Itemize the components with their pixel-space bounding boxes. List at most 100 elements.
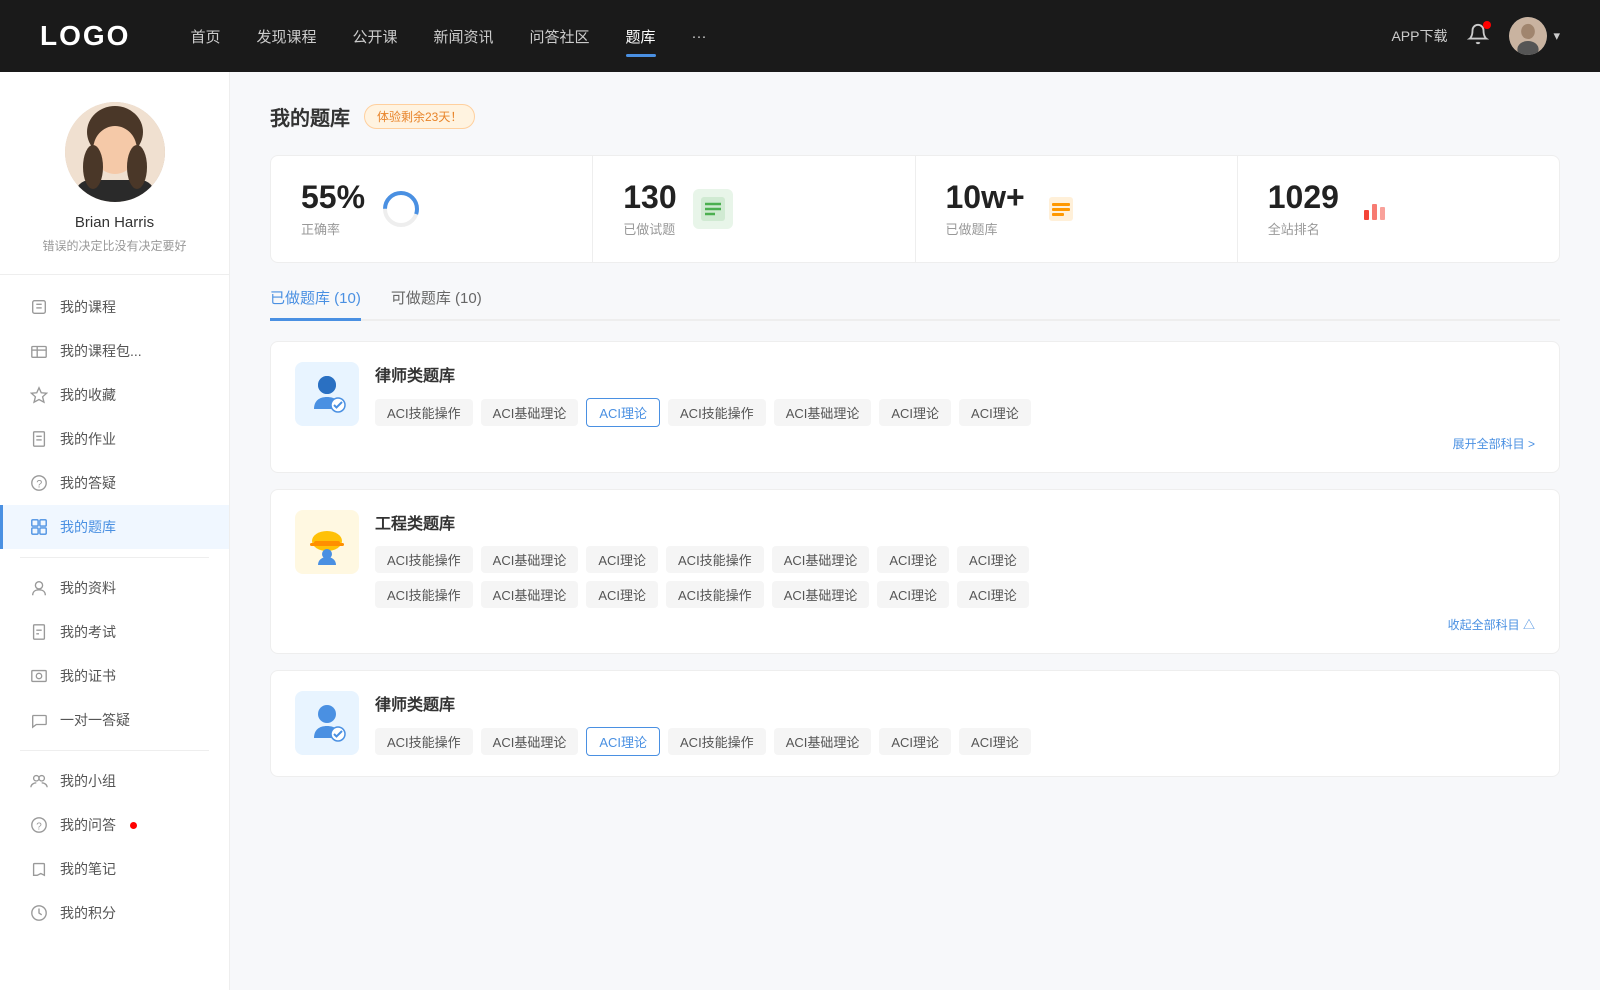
profile-avatar [65, 102, 165, 202]
done-banks-icon [1041, 189, 1081, 229]
nav-open-course[interactable]: 公开课 [352, 22, 397, 51]
tag-active[interactable]: ACI理论 [586, 398, 660, 427]
sidebar-menu: 我的课程 我的课程包... 我的收藏 我的作业 [0, 275, 229, 945]
stat-label-done-b: 已做题库 [946, 219, 1025, 238]
sidebar-item-my-courses[interactable]: 我的课程 [0, 285, 229, 329]
sidebar-label: 我的小组 [60, 771, 116, 791]
tags-row-lawyer-2: ACI技能操作 ACI基础理论 ACI理论 ACI技能操作 ACI基础理论 AC… [375, 727, 1535, 756]
tag[interactable]: ACI基础理论 [774, 399, 872, 426]
tag[interactable]: ACI技能操作 [668, 728, 766, 755]
app-download-link[interactable]: APP下载 [1391, 26, 1447, 46]
profile-section: Brian Harris 错误的决定比没有决定要好 [0, 72, 229, 275]
qbank-title-lawyer-1: 律师类题库 [375, 362, 1535, 386]
nav-question-bank[interactable]: 题库 [626, 22, 656, 51]
qbank-title-engineer: 工程类题库 [375, 510, 1535, 534]
accuracy-chart-icon [381, 189, 421, 229]
tag[interactable]: ACI基础理论 [772, 581, 870, 608]
page-header: 我的题库 体验剩余23天！ [270, 102, 1560, 131]
sidebar-item-favorites[interactable]: 我的收藏 [0, 373, 229, 417]
done-questions-icon [693, 189, 733, 229]
sidebar-item-course-packages[interactable]: 我的课程包... [0, 329, 229, 373]
ranking-icon [1355, 189, 1395, 229]
nav-more[interactable]: ··· [692, 24, 707, 49]
tag[interactable]: ACI理论 [957, 546, 1029, 573]
stat-value-done-b: 10w+ [946, 180, 1025, 215]
tag[interactable]: ACI理论 [586, 581, 658, 608]
notification-bell[interactable] [1467, 23, 1489, 50]
tag[interactable]: ACI理论 [959, 399, 1031, 426]
qa-notification-dot [130, 822, 137, 829]
tag-active[interactable]: ACI理论 [586, 727, 660, 756]
sidebar-item-question-bank[interactable]: 我的题库 [0, 505, 229, 549]
tag[interactable]: ACI基础理论 [772, 546, 870, 573]
tag[interactable]: ACI基础理论 [481, 399, 579, 426]
sidebar-divider-2 [20, 750, 209, 751]
tab-done-banks[interactable]: 已做题库 (10) [270, 287, 361, 321]
navbar-right: APP下载 ▾ [1391, 17, 1560, 55]
sidebar-item-certificate[interactable]: 我的证书 [0, 654, 229, 698]
sidebar-item-notes[interactable]: 我的笔记 [0, 847, 229, 891]
user-avatar-menu[interactable]: ▾ [1509, 17, 1560, 55]
stat-done-questions: 130 已做试题 [593, 156, 915, 262]
tag[interactable]: ACI技能操作 [668, 399, 766, 426]
nav-qa[interactable]: 问答社区 [530, 22, 590, 51]
tag[interactable]: ACI技能操作 [375, 399, 473, 426]
notification-dot [1483, 21, 1491, 29]
chat-icon [30, 711, 48, 729]
tag[interactable]: ACI技能操作 [375, 581, 473, 608]
qbank-details-eng: 工程类题库 ACI技能操作 ACI基础理论 ACI理论 ACI技能操作 ACI基… [375, 510, 1535, 633]
tag[interactable]: ACI技能操作 [375, 728, 473, 755]
svg-text:?: ? [36, 479, 42, 491]
sidebar-item-group[interactable]: 我的小组 [0, 759, 229, 803]
qbank-card-lawyer-2: 律师类题库 ACI技能操作 ACI基础理论 ACI理论 ACI技能操作 ACI基… [270, 670, 1560, 777]
sidebar-label: 我的题库 [60, 517, 116, 537]
stat-label-done-q: 已做试题 [623, 219, 676, 238]
collapse-link-engineer[interactable]: 收起全部科目 △ [375, 616, 1535, 633]
tag[interactable]: ACI基础理论 [481, 581, 579, 608]
tag[interactable]: ACI理论 [877, 581, 949, 608]
tag[interactable]: ACI理论 [877, 546, 949, 573]
stats-row: 55% 正确率 130 已做试题 [270, 155, 1560, 263]
tag[interactable]: ACI理论 [586, 546, 658, 573]
nav-discover[interactable]: 发现课程 [256, 22, 316, 51]
tag[interactable]: ACI理论 [959, 728, 1031, 755]
sidebar: Brian Harris 错误的决定比没有决定要好 我的课程 我的课程包... [0, 72, 230, 990]
tag[interactable]: ACI基础理论 [774, 728, 872, 755]
page-title: 我的题库 [270, 102, 350, 131]
sidebar-item-homework[interactable]: 我的作业 [0, 417, 229, 461]
tag[interactable]: ACI理论 [879, 728, 951, 755]
sidebar-label: 我的课程 [60, 297, 116, 317]
group-icon [30, 772, 48, 790]
tag[interactable]: ACI基础理论 [481, 728, 579, 755]
nav-news[interactable]: 新闻资讯 [434, 22, 494, 51]
tag[interactable]: ACI技能操作 [375, 546, 473, 573]
nav-menu: 首页 发现课程 公开课 新闻资讯 问答社区 题库 ··· [190, 22, 1351, 51]
sidebar-item-profile[interactable]: 我的资料 [0, 566, 229, 610]
tag[interactable]: ACI基础理论 [481, 546, 579, 573]
sidebar-item-my-qa[interactable]: ? 我的问答 [0, 803, 229, 847]
nav-home[interactable]: 首页 [190, 22, 220, 51]
sidebar-item-exam[interactable]: 我的考试 [0, 610, 229, 654]
tag[interactable]: ACI理论 [879, 399, 951, 426]
sidebar-item-questions[interactable]: ? 我的答疑 [0, 461, 229, 505]
qbank-details: 律师类题库 ACI技能操作 ACI基础理论 ACI理论 ACI技能操作 ACI基… [375, 362, 1535, 452]
sidebar-label: 我的证书 [60, 666, 116, 686]
tab-available-banks[interactable]: 可做题库 (10) [391, 287, 482, 321]
stat-accuracy: 55% 正确率 [271, 156, 593, 262]
tag[interactable]: ACI技能操作 [666, 546, 764, 573]
sidebar-label: 我的资料 [60, 578, 116, 598]
expand-link-lawyer-1[interactable]: 展开全部科目 > [375, 435, 1535, 452]
qbank-card-engineer: 工程类题库 ACI技能操作 ACI基础理论 ACI理论 ACI技能操作 ACI基… [270, 489, 1560, 654]
certificate-icon [30, 667, 48, 685]
chevron-down-icon: ▾ [1553, 28, 1560, 44]
tag[interactable]: ACI技能操作 [666, 581, 764, 608]
sidebar-label: 我的笔记 [60, 859, 116, 879]
exam-icon [30, 623, 48, 641]
sidebar-label: 我的收藏 [60, 385, 116, 405]
sidebar-item-one-on-one[interactable]: 一对一答疑 [0, 698, 229, 742]
lawyer-bank-icon-2 [295, 691, 359, 755]
tag[interactable]: ACI理论 [957, 581, 1029, 608]
sidebar-item-points[interactable]: 我的积分 [0, 891, 229, 935]
qbank-details-lawyer-2: 律师类题库 ACI技能操作 ACI基础理论 ACI理论 ACI技能操作 ACI基… [375, 691, 1535, 756]
engineer-bank-icon [295, 510, 359, 574]
